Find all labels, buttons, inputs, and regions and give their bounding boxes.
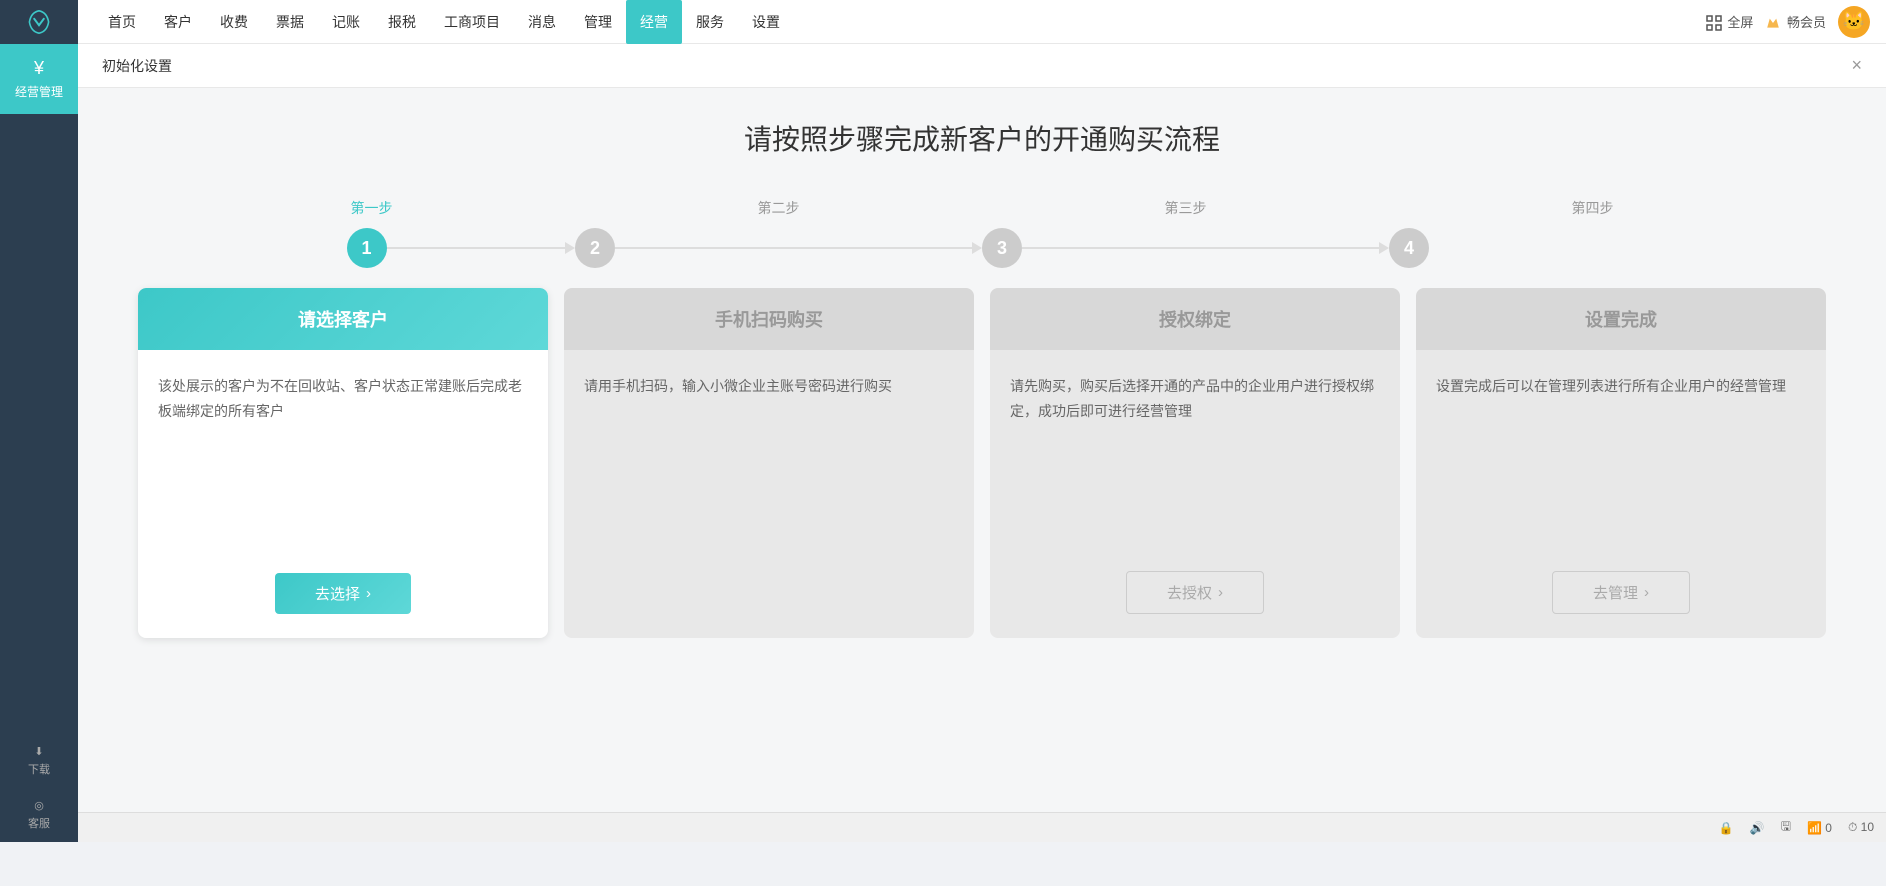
sidebar-logo [0,0,78,44]
card-body-1: 该处展示的客户为不在回收站、客户状态正常建账后完成老板端绑定的所有客户 [138,350,548,557]
step-header-3: 第三步 3 [982,198,1389,268]
card-footer-2 [564,598,974,638]
connector-1-2 [387,247,566,249]
step-btn-1[interactable]: 去选择 › [275,573,411,614]
step-label-4: 第四步 [1572,198,1614,218]
page-title: 初始化设置 [102,56,172,76]
support-label: 客服 [28,815,50,831]
volume-icon: 🔊 [1750,821,1765,835]
step-header-4: 第四步 4 [1389,198,1796,268]
fullscreen-label: 全屏 [1727,15,1753,30]
vip-label: 畅会员 [1787,15,1826,30]
step-card-2: 手机扫码购买 请用手机扫码，输入小微企业主账号密码进行购买 [564,288,974,638]
shield-icon: 🔒 [1719,821,1734,835]
nav-service[interactable]: 服务 [682,0,738,44]
main-content: 初始化设置 × 请按照步骤完成新客户的开通购买流程 第一步 1 第二步 2 [78,44,1886,812]
step-card-1: 请选择客户 该处展示的客户为不在回收站、客户状态正常建账后完成老板端绑定的所有客… [138,288,548,638]
card-body-4: 设置完成后可以在管理列表进行所有企业用户的经营管理 [1416,350,1826,555]
step-label-1: 第一步 [351,198,393,218]
page-header: 初始化设置 × [78,44,1886,88]
top-nav: 首页 客户 收费 票据 记账 报税 工商项目 消息 管理 经营 服务 设置 全屏… [78,0,1886,44]
nav-homepage[interactable]: 首页 [94,0,150,44]
init-heading: 请按照步骤完成新客户的开通购买流程 [138,118,1826,158]
step-circle-1: 1 [347,228,387,268]
btn-label-1: 去选择 [315,583,360,604]
save-icon: 🖫 [1781,817,1791,838]
btn-label-3: 去授权 [1167,582,1212,603]
step-btn-4[interactable]: 去管理 › [1552,571,1690,614]
nav-fee[interactable]: 收费 [206,0,262,44]
init-content: 请按照步骤完成新客户的开通购买流程 第一步 1 第二步 2 [78,88,1886,668]
connector-3-4 [1022,247,1379,249]
download-label: 下载 [28,761,50,777]
nav-message[interactable]: 消息 [514,0,570,44]
step-circle-2: 2 [575,228,615,268]
nav-settings[interactable]: 设置 [738,0,794,44]
nav-tax[interactable]: 报税 [374,0,430,44]
sidebar-item-jingying[interactable]: ¥ 经营管理 [0,44,78,114]
steps-header: 第一步 1 第二步 2 第三步 [138,198,1826,268]
status-bar: ▶ 完成 🔒 🔊 🖫 📶 0 ⏱ 10 [0,812,1886,842]
card-header-1: 请选择客户 [138,288,548,350]
vip-btn[interactable]: 畅会员 [1765,12,1826,32]
card-footer-4: 去管理 › [1416,555,1826,638]
connector-2-3 [615,247,972,249]
connector-arrow-1 [565,242,575,254]
cards-row: 请选择客户 该处展示的客户为不在回收站、客户状态正常建账后完成老板端绑定的所有客… [138,288,1826,638]
sidebar-item-label: 经营管理 [15,83,63,100]
step-label-2: 第二步 [758,198,800,218]
card-header-2: 手机扫码购买 [564,288,974,350]
sidebar-bottom: ⬇ 下载 ◎ 客服 [0,734,78,842]
card-body-3: 请先购买，购买后选择开通的产品中的企业用户进行授权绑定，成功后即可进行经营管理 [990,350,1400,555]
step-header-1: 第一步 1 [168,198,575,268]
connector-arrow-3 [1379,242,1389,254]
card-body-2: 请用手机扫码，输入小微企业主账号密码进行购买 [564,350,974,598]
btn-arrow-1: › [366,585,371,602]
top-nav-right: 全屏 畅会员 🐱 [1706,6,1870,38]
status-bar-right: 🔒 🔊 🖫 📶 0 ⏱ 10 [1719,817,1874,838]
nav-invoice[interactable]: 票据 [262,0,318,44]
card-footer-3: 去授权 › [990,555,1400,638]
network-status: 📶 0 [1807,821,1832,835]
nav-operation[interactable]: 经营 [626,0,682,44]
step-label-3: 第三步 [1165,198,1207,218]
yuan-icon: ¥ [34,58,44,79]
nav-accounting[interactable]: 记账 [318,0,374,44]
card-header-3: 授权绑定 [990,288,1400,350]
btn-label-4: 去管理 [1593,582,1638,603]
step-card-3: 授权绑定 请先购买，购买后选择开通的产品中的企业用户进行授权绑定，成功后即可进行… [990,288,1400,638]
card-header-4: 设置完成 [1416,288,1826,350]
sidebar: ¥ 经营管理 ⬇ 下载 ◎ 客服 [0,0,78,842]
support-icon: ◎ [34,799,44,812]
step-card-4: 设置完成 设置完成后可以在管理列表进行所有企业用户的经营管理 去管理 › [1416,288,1826,638]
fullscreen-btn[interactable]: 全屏 [1706,12,1754,32]
step-circle-3: 3 [982,228,1022,268]
step-btn-3[interactable]: 去授权 › [1126,571,1264,614]
btn-arrow-4: › [1644,584,1649,601]
step-circle-4: 4 [1389,228,1429,268]
nav-customer[interactable]: 客户 [150,0,206,44]
nav-bizitems[interactable]: 工商项目 [430,0,514,44]
card-footer-1: 去选择 › [138,557,548,638]
sidebar-download[interactable]: ⬇ 下载 [0,734,78,788]
btn-arrow-3: › [1218,584,1223,601]
close-button[interactable]: × [1851,55,1862,76]
connector-arrow-2 [972,242,982,254]
nav-manage[interactable]: 管理 [570,0,626,44]
timer-status: ⏱ 10 [1848,820,1874,835]
download-icon: ⬇ [34,745,43,758]
step-header-2: 第二步 2 [575,198,982,268]
sidebar-support[interactable]: ◎ 客服 [0,788,78,842]
user-avatar[interactable]: 🐱 [1838,6,1870,38]
